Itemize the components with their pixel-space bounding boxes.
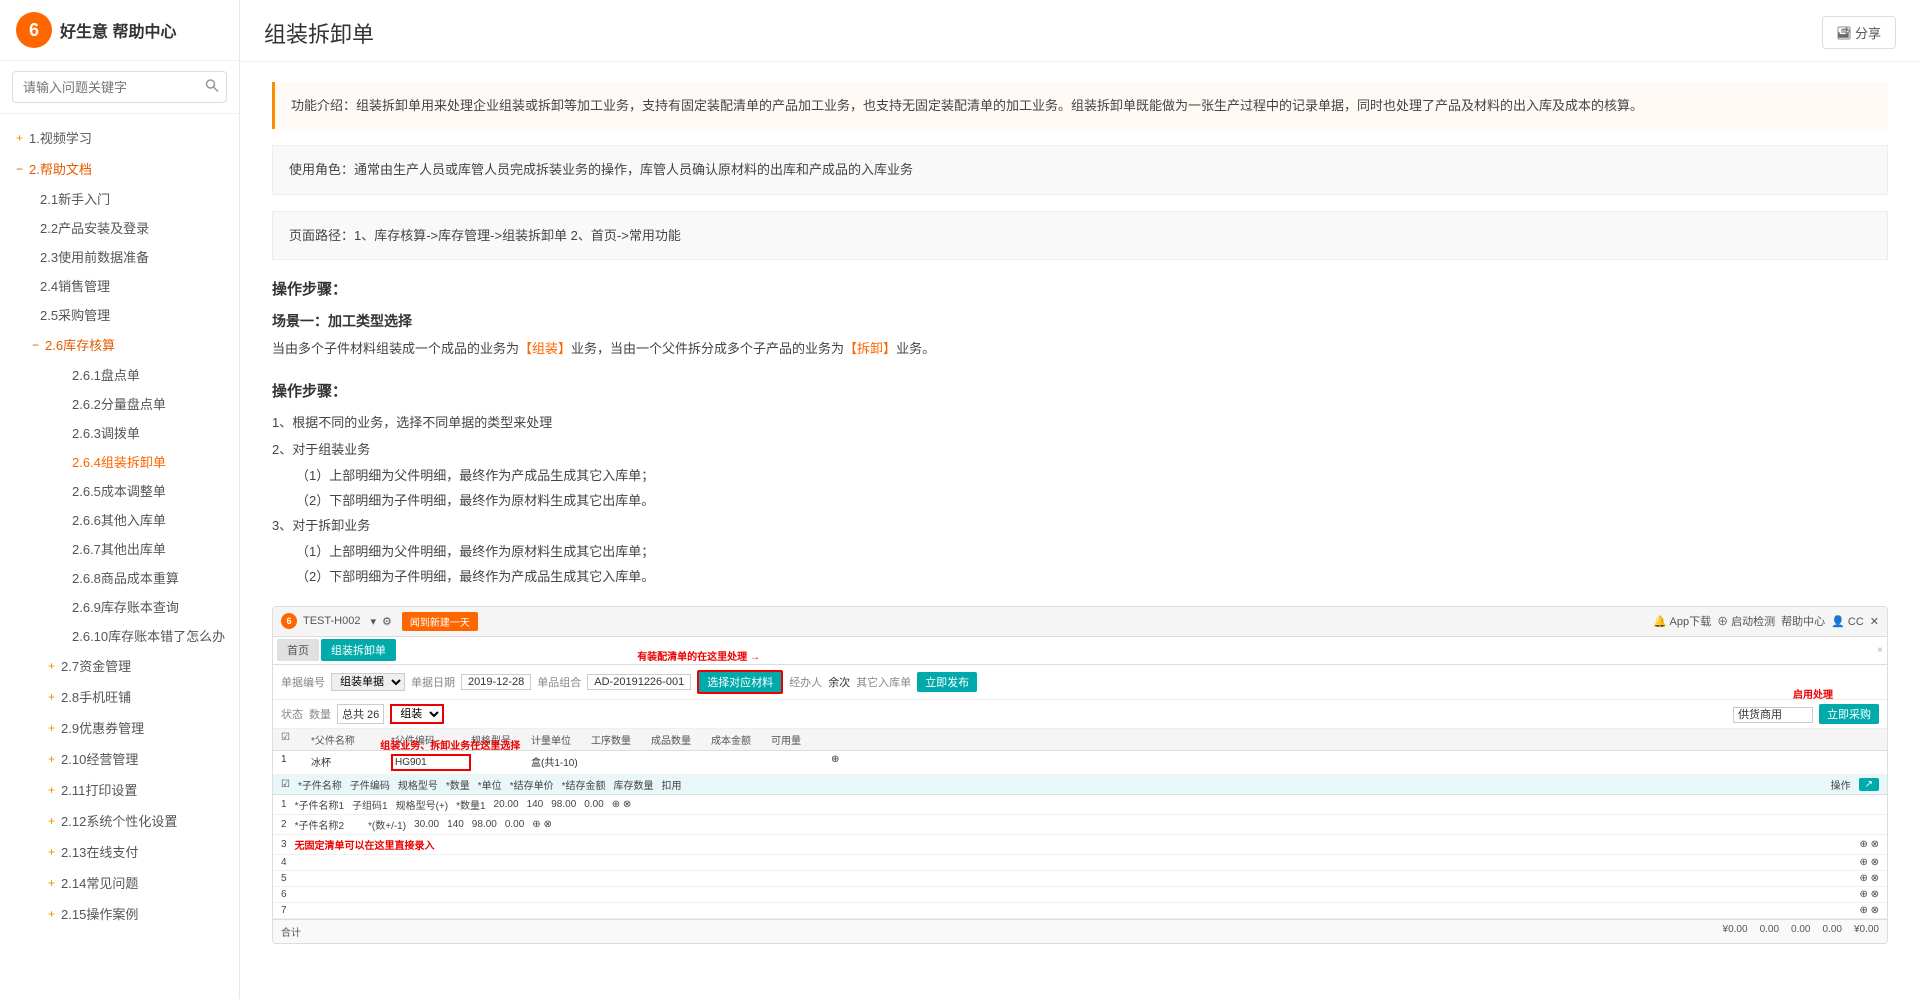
sidebar-item-allocate[interactable]: 2.6.2分量盘点单 xyxy=(64,389,239,418)
lower-table-header: ☑ *子件名称 子件编码 规格型号 *数量 *单位 *结存单价 *结存金额 库存… xyxy=(273,775,1887,795)
share-icon xyxy=(1837,26,1851,40)
lower-row6: 6 ⊕ ⊗ xyxy=(273,887,1887,903)
search-area xyxy=(0,61,239,114)
expand-btn: ↗ xyxy=(1859,778,1879,791)
role-block: 使用角色：通常由生产人员或库管人员完成拆装业务的操作，库管人员确认原材料的出库和… xyxy=(272,145,1888,194)
form-row1: 单据编号 组装单据 单据日期 2019-12-28 单品组合 AD-201912… xyxy=(273,665,1887,700)
search-button[interactable] xyxy=(205,79,219,96)
lower-row7: 7 ⊕ ⊗ xyxy=(273,903,1887,919)
content-area: 功能介绍：组装拆卸单用来处理企业组装或拆卸等加工业务，支持有固定装配清单的产品加… xyxy=(240,62,1920,999)
step2: 2、对于组装业务 xyxy=(272,438,1888,463)
lower-row3: 3 无固定清单可以在这里直接录入 ⊕ ⊗ xyxy=(273,835,1887,855)
tab-assembly: 组装拆卸单 xyxy=(321,639,396,661)
tab-home: 首页 xyxy=(277,639,319,661)
sidebar: 6 好生意 帮助中心 + 1.视频学习 − 2.帮助文档 2.1新手入门 xyxy=(0,0,240,999)
lower-row2: 2 *子件名称2 *(数+/-1) 30.00 140 98.00 0.00 ⊕… xyxy=(273,815,1887,835)
ops-title: 操作步骤： xyxy=(272,278,1888,299)
path-block: 页面路径：1、库存核算->库存管理->组装拆卸单 2、首页->常用功能 xyxy=(272,211,1888,260)
scene1-title: 场景一：加工类型选择 xyxy=(272,311,1888,331)
sidebar-item-costcalc[interactable]: 2.6.8商品成本重算 xyxy=(64,563,239,592)
sidebar-item-video[interactable]: + 1.视频学习 xyxy=(0,122,239,153)
sidebar-item-stockquery[interactable]: 2.6.9库存账本查询 xyxy=(64,592,239,621)
search-icon xyxy=(205,79,219,93)
sidebar-item-costadj[interactable]: 2.6.5成本调整单 xyxy=(64,476,239,505)
step2-sub1: （1）上部明细为父件明细，最终作为产成品生成其它入库单； xyxy=(272,464,1888,489)
sidebar-item-custom[interactable]: + 2.12系统个性化设置 xyxy=(32,805,239,836)
sidebar-item-pay[interactable]: + 2.13在线支付 xyxy=(32,836,239,867)
scene1-desc: 当由多个子件材料组装成一个成品的业务为【组装】业务，当由一个父件拆分成多个子产品… xyxy=(272,337,1888,362)
logo-text: 好生意 帮助中心 xyxy=(60,18,176,42)
sidebar-item-case[interactable]: + 2.15操作案例 xyxy=(32,898,239,929)
sidebar-item-mobile[interactable]: + 2.8手机旺铺 xyxy=(32,681,239,712)
page-title: 组装拆卸单 xyxy=(264,17,374,49)
generate-btn: 立即发布 xyxy=(917,672,977,692)
table-footer: 合计 ¥0.00 0.00 0.00 0.00 ¥0.00 xyxy=(273,919,1887,943)
sidebar-item-docs[interactable]: − 2.帮助文档 xyxy=(0,153,239,184)
logo-icon: 6 xyxy=(16,12,52,48)
step1: 1、根据不同的业务，选择不同单据的类型来处理 xyxy=(272,411,1888,436)
screenshot-mock: 6 TEST-H002 ▾ ⚙ 闻到新建一天 🔔 App下载 ⊕ 启动检测 帮助… xyxy=(273,607,1887,943)
sidebar-item-assembly[interactable]: 2.6.4组装拆卸单 xyxy=(64,447,239,476)
sidebar-item-data[interactable]: 2.3使用前数据准备 xyxy=(32,242,239,271)
step3-sub2: （2）下部明细为子件明细，最终作为产成品生成其它入库单。 xyxy=(272,565,1888,590)
app-orange-btn: 闻到新建一天 xyxy=(402,612,478,631)
sidebar-item-adjust[interactable]: 2.6.3调拨单 xyxy=(64,418,239,447)
app-tabs: 首页 组装拆卸单 × xyxy=(273,637,1887,665)
form-type-select[interactable]: 组装单据 xyxy=(331,673,405,691)
lower-row5: 5 ⊕ ⊗ xyxy=(273,871,1887,887)
lower-table-body: 1 *子件名称1 子组码1 规格型号(+) *数量1 20.00 140 98.… xyxy=(273,795,1887,919)
sidebar-item-sales[interactable]: 2.4销售管理 xyxy=(32,271,239,300)
sidebar-item-print[interactable]: + 2.11打印设置 xyxy=(32,774,239,805)
steps: 1、根据不同的业务，选择不同单据的类型来处理 2、对于组装业务 （1）上部明细为… xyxy=(272,411,1888,590)
step2-sub2: （2）下部明细为子件明细，最终作为原材料生成其它出库单。 xyxy=(272,489,1888,514)
upper-table-row1: 1 冰杯 HG901 盒(共1-10) ⊕ xyxy=(273,751,1887,775)
main-header: 组装拆卸单 分享 xyxy=(240,0,1920,62)
intro-block: 功能介绍：组装拆卸单用来处理企业组装或拆卸等加工业务，支持有固定装配清单的产品加… xyxy=(272,82,1888,129)
search-input[interactable] xyxy=(12,71,227,103)
sidebar-item-install[interactable]: 2.2产品安装及登录 xyxy=(32,213,239,242)
app-logo-sm: 6 xyxy=(281,613,297,629)
biz-type-select[interactable]: 组装 拆卸 xyxy=(390,704,444,724)
select-btn: 选择对应材料 xyxy=(697,670,783,694)
lower-row1: 1 *子件名称1 子组码1 规格型号(+) *数量1 20.00 140 98.… xyxy=(273,795,1887,815)
share-button[interactable]: 分享 xyxy=(1822,16,1896,49)
sidebar-item-finance[interactable]: + 2.7资金管理 xyxy=(32,650,239,681)
main-content: 组装拆卸单 分享 功能介绍：组装拆卸单用来处理企业组装或拆卸等加工业务，支持有固… xyxy=(240,0,1920,999)
logo-area: 6 好生意 帮助中心 xyxy=(0,0,239,61)
sidebar-item-inother[interactable]: 2.6.6其他入库单 xyxy=(64,505,239,534)
sidebar-item-coupon[interactable]: + 2.9优惠券管理 xyxy=(32,712,239,743)
confirm-btn: 立即采购 xyxy=(1819,704,1879,724)
nav-tree: + 1.视频学习 − 2.帮助文档 2.1新手入门 2.2产品安装及登录 2.3… xyxy=(0,114,239,999)
sidebar-item-faq[interactable]: + 2.14常见问题 xyxy=(32,867,239,898)
sidebar-item-inventory[interactable]: − 2.6库存核算 xyxy=(32,329,239,360)
sidebar-item-new[interactable]: 2.1新手入门 xyxy=(32,184,239,213)
sidebar-item-stockerr[interactable]: 2.6.10库存账本错了怎么办 xyxy=(64,621,239,650)
sidebar-item-ops[interactable]: + 2.10经营管理 xyxy=(32,743,239,774)
sidebar-item-stocktake[interactable]: 2.6.1盘点单 xyxy=(64,360,239,389)
sidebar-item-outother[interactable]: 2.6.7其他出库单 xyxy=(64,534,239,563)
ops-label: 操作步骤： xyxy=(272,380,1888,401)
sidebar-item-purchase[interactable]: 2.5采购管理 xyxy=(32,300,239,329)
step3-sub1: （1）上部明细为父件明细，最终作为原材料生成其它出库单； xyxy=(272,540,1888,565)
screenshot-container: 6 TEST-H002 ▾ ⚙ 闻到新建一天 🔔 App下载 ⊕ 启动检测 帮助… xyxy=(272,606,1888,944)
step3: 3、对于拆卸业务 xyxy=(272,514,1888,539)
lower-row4: 4 ⊕ ⊗ xyxy=(273,855,1887,871)
form-row2: 状态 数量 总共 26 组装 拆卸 组装业务、拆卸业务在这里选择 供货商 xyxy=(273,700,1887,729)
